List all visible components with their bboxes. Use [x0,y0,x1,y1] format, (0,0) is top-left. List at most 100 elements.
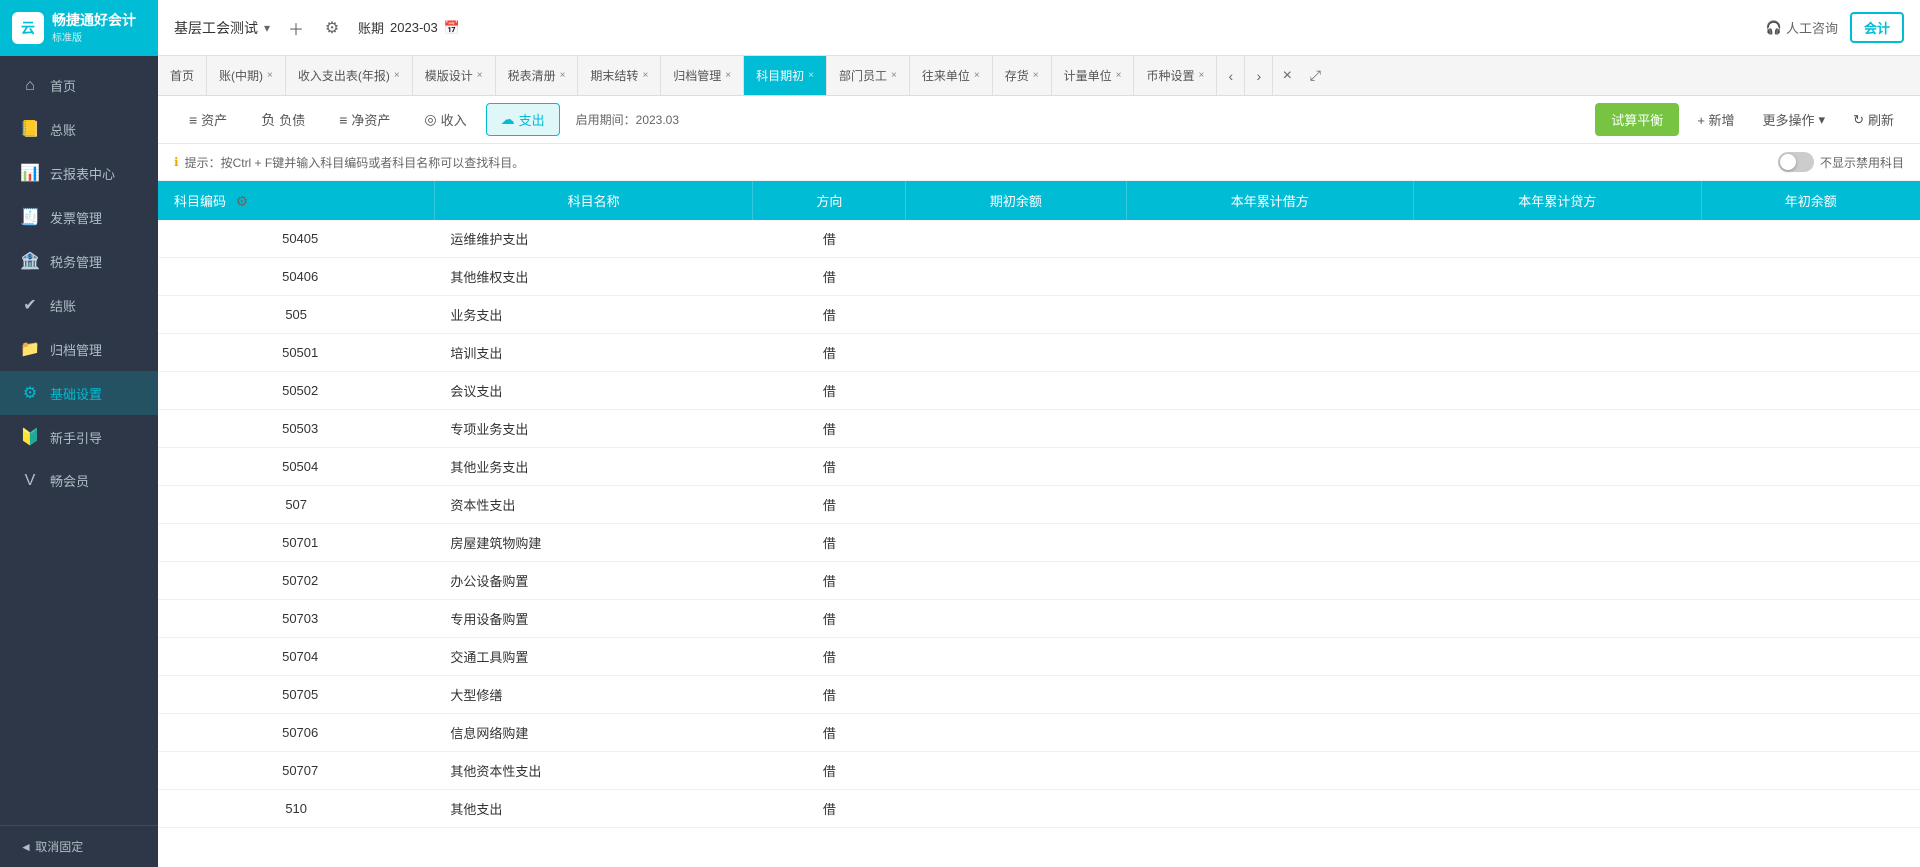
table-row[interactable]: 50406 其他维权支出 借 [158,258,1920,296]
expand-icon[interactable]: ⤢ [1301,56,1329,95]
table-row[interactable]: 50706 信息网络购建 借 [158,714,1920,752]
sub-tab-net-asset[interactable]: ≡ 净资产 [324,103,405,136]
tab-label: 币种设置 [1146,67,1194,84]
table-row[interactable]: 507 资本性支出 借 [158,486,1920,524]
toggle-switch[interactable] [1778,152,1814,172]
cell-opening-year [1701,372,1920,410]
close-icon[interactable]: × [808,70,814,81]
tab-template[interactable]: 模版设计 × [413,56,496,95]
sidebar-item-label: 基础设置 [50,384,102,403]
column-settings-icon[interactable]: ⚙ [236,193,249,209]
cell-ytd-debit [1126,220,1414,258]
table-row[interactable]: 50405 运维维护支出 借 [158,220,1920,258]
sidebar: 云 畅捷通好会计 标准版 ⌂ 首页 📒 总账 📊 云报表中心 🧾 发票管理 🏦 … [0,0,158,867]
sidebar-item-ledger[interactable]: 📒 总账 [0,107,158,151]
tab-currency[interactable]: 币种设置 × [1134,56,1217,95]
close-icon[interactable]: × [394,70,400,81]
close-icon[interactable]: × [477,70,483,81]
cell-direction: 借 [753,752,906,790]
sub-tab-expense[interactable]: ☁ 支出 [486,103,560,136]
close-icon[interactable]: × [267,70,273,81]
info-icon: ℹ [174,155,179,169]
table-row[interactable]: 50701 房屋建筑物购建 借 [158,524,1920,562]
add-button[interactable]: + 新增 [1687,104,1744,135]
table-row[interactable]: 510 其他支出 借 [158,790,1920,828]
close-all-tabs-button[interactable]: × [1273,56,1301,95]
tab-home[interactable]: 首页 [158,56,207,95]
add-company-button[interactable]: ＋ [282,14,310,42]
close-icon[interactable]: × [974,70,980,81]
close-icon[interactable]: × [642,70,648,81]
sidebar-item-basic[interactable]: ⚙ 基础设置 [0,371,158,415]
sub-tab-income[interactable]: ◎ 收入 [409,103,481,136]
tab-period-end[interactable]: 期末结转 × [578,56,661,95]
col-opening-year: 年初余额 [1701,181,1920,220]
table-row[interactable]: 50704 交通工具购置 借 [158,638,1920,676]
table-row[interactable]: 50502 会议支出 借 [158,372,1920,410]
close-icon[interactable]: × [725,70,731,81]
settings-icon[interactable]: ⚙ [318,14,346,42]
sidebar-item-guide[interactable]: 🔰 新手引导 [0,415,158,459]
tab-subject-init[interactable]: 科目期初 × [744,56,827,95]
more-button[interactable]: 更多操作 ▾ [1753,104,1836,135]
cell-name: 专用设备购置 [434,600,753,638]
close-icon[interactable]: × [891,70,897,81]
sidebar-item-member[interactable]: V 畅会员 [0,459,158,502]
tab-income-report[interactable]: 收入支出表(年报) × [286,56,413,95]
tab-label: 收入支出表(年报) [298,67,390,84]
cell-opening-year [1701,448,1920,486]
cell-opening [906,638,1126,676]
sidebar-item-tax[interactable]: 🏦 税务管理 [0,239,158,283]
sub-tab-asset[interactable]: ≡ 资产 [174,103,242,136]
table-row[interactable]: 50705 大型修缮 借 [158,676,1920,714]
tab-department[interactable]: 部门员工 × [827,56,910,95]
sub-tab-actions: 试算平衡 + 新增 更多操作 ▾ ↻ 刷新 [1595,103,1904,136]
company-selector[interactable]: 基层工会测试 ▾ [174,18,270,38]
collapse-label: ◄ 取消固定 [20,838,83,855]
table-row[interactable]: 50503 专项业务支出 借 [158,410,1920,448]
close-icon[interactable]: × [1116,70,1122,81]
cell-opening-year [1701,220,1920,258]
tab-period[interactable]: 账(中期) × [207,56,286,95]
cell-direction: 借 [753,638,906,676]
sidebar-item-archive[interactable]: 📁 归档管理 [0,327,158,371]
cell-opening [906,600,1126,638]
tab-contacts[interactable]: 往来单位 × [910,56,993,95]
cell-ytd-debit [1126,600,1414,638]
sidebar-item-reports[interactable]: 📊 云报表中心 [0,151,158,195]
table-row[interactable]: 50702 办公设备购置 借 [158,562,1920,600]
table-row[interactable]: 50703 专用设备购置 借 [158,600,1920,638]
tab-tax[interactable]: 税表清册 × [496,56,579,95]
tab-inventory[interactable]: 存货 × [993,56,1052,95]
sidebar-item-invoice[interactable]: 🧾 发票管理 [0,195,158,239]
sidebar-item-home[interactable]: ⌂ 首页 [0,64,158,107]
table-container[interactable]: 科目编码 ⚙ 科目名称 方向 期初余额 本年累计借方 本年累计贷方 年初余额 5… [158,181,1920,867]
toggle-disabled-subjects[interactable]: 不显示禁用科目 [1778,152,1904,172]
table-row[interactable]: 505 业务支出 借 [158,296,1920,334]
table-row[interactable]: 50504 其他业务支出 借 [158,448,1920,486]
table-row[interactable]: 50501 培训支出 借 [158,334,1920,372]
cell-ytd-credit [1414,790,1702,828]
sidebar-item-settle[interactable]: ✔ 结账 [0,283,158,327]
tab-prev-button[interactable]: ‹ [1217,56,1245,95]
balance-button[interactable]: 试算平衡 [1595,103,1679,136]
sidebar-collapse[interactable]: ◄ 取消固定 [0,825,158,867]
tab-next-button[interactable]: › [1245,56,1273,95]
cell-ytd-debit [1126,676,1414,714]
close-icon[interactable]: × [1198,70,1204,81]
tab-archive[interactable]: 归档管理 × [661,56,744,95]
table-row[interactable]: 50707 其他资本性支出 借 [158,752,1920,790]
consulting-button[interactable]: 🎧 人工咨询 [1766,18,1838,37]
cell-name: 房屋建筑物购建 [434,524,753,562]
sub-tab-liability[interactable]: 负 负债 [246,103,320,137]
account-button[interactable]: 会计 [1850,12,1904,43]
refresh-button[interactable]: ↻ 刷新 [1843,104,1904,135]
cell-code: 50703 [158,600,434,638]
close-icon[interactable]: × [560,70,566,81]
cell-ytd-credit [1414,752,1702,790]
cell-ytd-credit [1414,676,1702,714]
sidebar-nav: ⌂ 首页 📒 总账 📊 云报表中心 🧾 发票管理 🏦 税务管理 ✔ 结账 📁 归… [0,56,158,825]
calendar-icon[interactable]: 📅 [444,20,460,36]
close-icon[interactable]: × [1033,70,1039,81]
tab-unit[interactable]: 计量单位 × [1052,56,1135,95]
